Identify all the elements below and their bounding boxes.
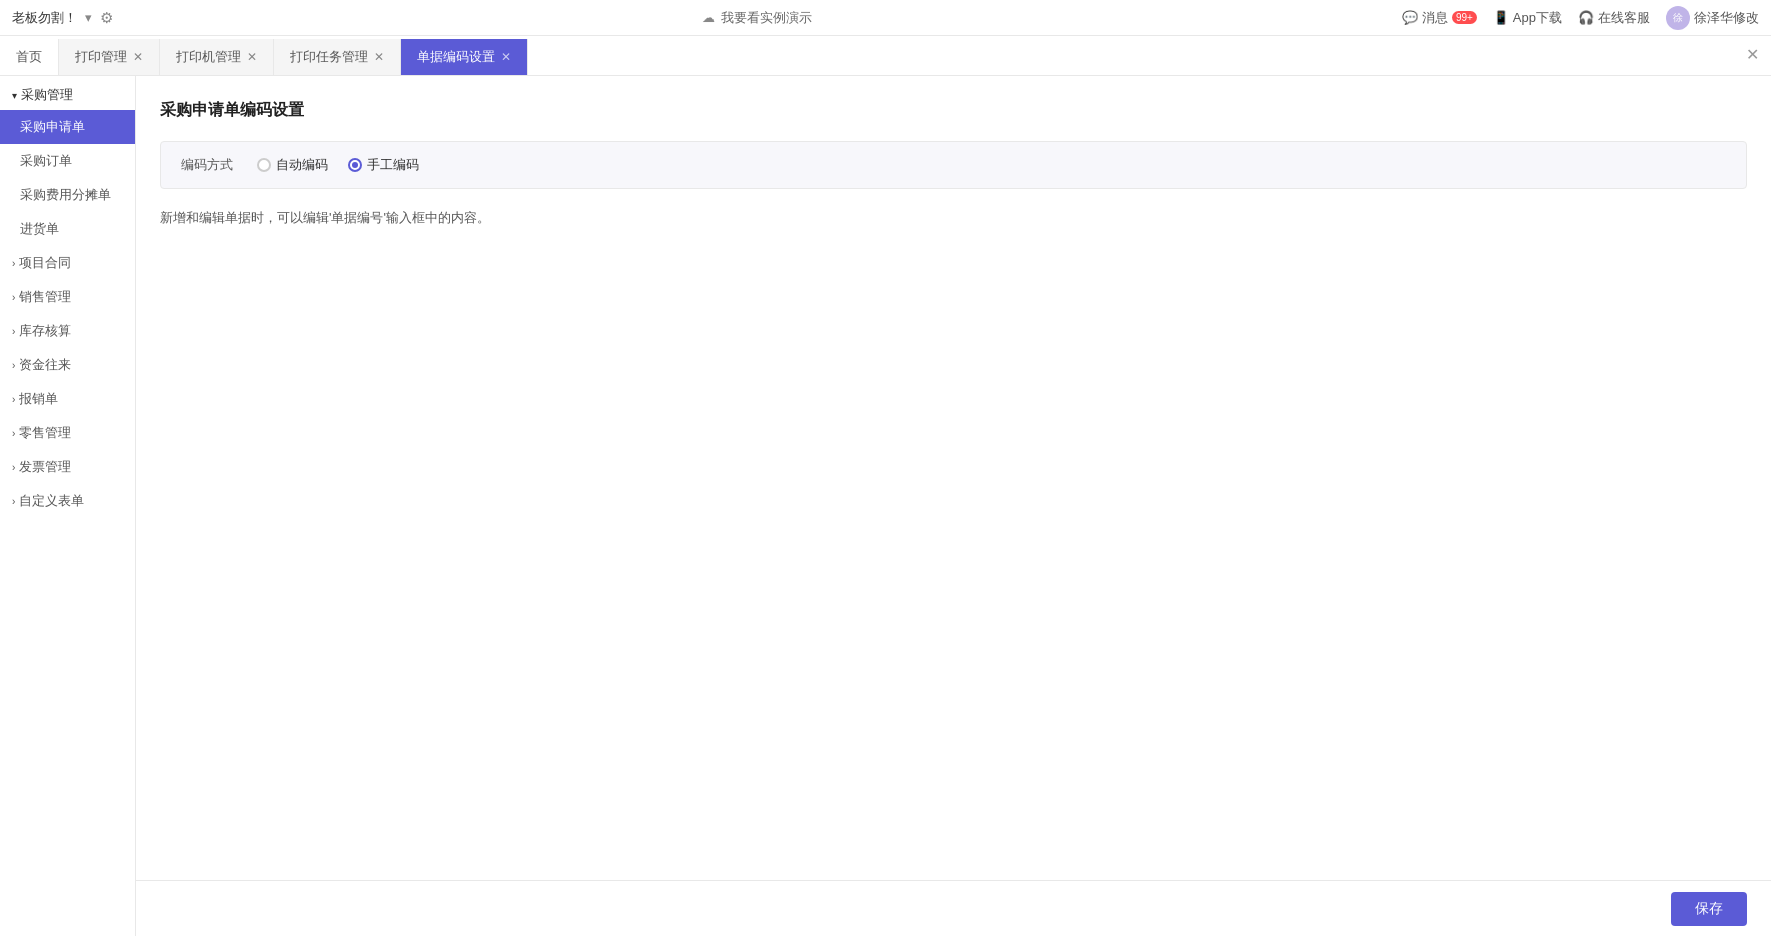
sidebar-item-purchase-expense[interactable]: 采购费用分摊单	[0, 178, 135, 212]
messages-btn[interactable]: 💬 消息 99+	[1402, 9, 1477, 27]
tab-printer-mgmt-label: 打印机管理	[176, 48, 241, 66]
sidebar-group-sales-label: 销售管理	[19, 288, 71, 306]
sidebar-group-inventory-label: 库存核算	[19, 322, 71, 340]
encode-form: 编码方式 自动编码 手工编码	[160, 141, 1747, 189]
arrow-right-icon: ›	[12, 258, 15, 269]
app-title: 老板勿割！	[12, 9, 77, 27]
tab-close-printer-mgmt[interactable]: ✕	[247, 50, 257, 64]
online-service-label: 在线客服	[1598, 9, 1650, 27]
avatar: 徐	[1666, 6, 1690, 30]
sidebar-group-custom-label: 自定义表单	[19, 492, 84, 510]
sidebar-group-purchase-label: 采购管理	[21, 86, 73, 104]
sidebar-group-capital-label: 资金往来	[19, 356, 71, 374]
sidebar-group-custom[interactable]: › 自定义表单	[0, 484, 135, 518]
username-label: 徐泽华修改	[1694, 9, 1759, 27]
tab-print-mgmt[interactable]: 打印管理 ✕	[59, 39, 160, 75]
sidebar-group-project-label: 项目合同	[19, 254, 71, 272]
sidebar-group-purchase: ▾ 采购管理 采购申请单 采购订单 采购费用分摊单 进货单	[0, 76, 135, 246]
dropdown-icon[interactable]: ▾	[85, 10, 92, 25]
arrow-right-icon-capital: ›	[12, 360, 15, 371]
radio-manual-circle	[348, 158, 362, 172]
info-text: 新增和编辑单据时，可以编辑'单据编号'输入框中的内容。	[160, 209, 1747, 227]
tab-print-mgmt-label: 打印管理	[75, 48, 127, 66]
main-content: 采购申请单编码设置 编码方式 自动编码 手工编码	[136, 76, 1771, 936]
sidebar-item-purchase-expense-label: 采购费用分摊单	[20, 187, 111, 202]
tab-doc-code-label: 单据编码设置	[417, 48, 495, 66]
sidebar-group-invoice[interactable]: › 发票管理	[0, 450, 135, 484]
sidebar-item-purchase-request-label: 采购申请单	[20, 119, 85, 134]
sidebar-item-stock-in-label: 进货单	[20, 221, 59, 236]
save-button[interactable]: 保存	[1671, 892, 1747, 926]
radio-manual[interactable]: 手工编码	[348, 156, 419, 174]
sidebar-group-returns[interactable]: › 报销单	[0, 382, 135, 416]
tab-print-task-label: 打印任务管理	[290, 48, 368, 66]
center-text[interactable]: 我要看实例演示	[721, 9, 812, 27]
sidebar-group-invoice-label: 发票管理	[19, 458, 71, 476]
sidebar-item-purchase-order[interactable]: 采购订单	[0, 144, 135, 178]
arrow-right-icon-retail: ›	[12, 428, 15, 439]
messages-badge: 99+	[1452, 11, 1477, 24]
sidebar-group-sales[interactable]: › 销售管理	[0, 280, 135, 314]
sidebar: ▾ 采购管理 采购申请单 采购订单 采购费用分摊单 进货单 › 项目合同 › 销…	[0, 76, 136, 936]
sidebar-group-retail-label: 零售管理	[19, 424, 71, 442]
sidebar-group-capital[interactable]: › 资金往来	[0, 348, 135, 382]
tab-close-print-mgmt[interactable]: ✕	[133, 50, 143, 64]
messages-label: 消息	[1422, 9, 1448, 27]
tab-bar: 首页 打印管理 ✕ 打印机管理 ✕ 打印任务管理 ✕ 单据编码设置 ✕ ✕	[0, 36, 1771, 76]
sidebar-group-project[interactable]: › 项目合同	[0, 246, 135, 280]
sidebar-item-purchase-request[interactable]: 采购申请单	[0, 110, 135, 144]
arrow-right-icon-custom: ›	[12, 496, 15, 507]
layout: ▾ 采购管理 采购申请单 采购订单 采购费用分摊单 进货单 › 项目合同 › 销…	[0, 76, 1771, 936]
sidebar-group-inventory[interactable]: › 库存核算	[0, 314, 135, 348]
user-btn[interactable]: 徐 徐泽华修改	[1666, 6, 1759, 30]
tab-home-label: 首页	[16, 48, 42, 66]
top-bar: 老板勿割！ ▾ ⚙ ☁ 我要看实例演示 💬 消息 99+ 📱 App下载 🎧 在…	[0, 0, 1771, 36]
arrow-right-icon-inventory: ›	[12, 326, 15, 337]
app-download-btn[interactable]: 📱 App下载	[1493, 9, 1562, 27]
sidebar-group-retail[interactable]: › 零售管理	[0, 416, 135, 450]
arrow-down-icon: ▾	[12, 90, 17, 101]
top-bar-right: 💬 消息 99+ 📱 App下载 🎧 在线客服 徐 徐泽华修改	[1402, 6, 1759, 30]
encode-label: 编码方式	[181, 156, 233, 174]
top-bar-left: 老板勿割！ ▾ ⚙	[12, 9, 113, 27]
content-area: 采购申请单编码设置 编码方式 自动编码 手工编码	[136, 76, 1771, 880]
tab-close-print-task[interactable]: ✕	[374, 50, 384, 64]
settings-icon[interactable]: ⚙	[100, 9, 113, 27]
tab-doc-code[interactable]: 单据编码设置 ✕	[401, 39, 528, 75]
radio-auto-label: 自动编码	[276, 156, 328, 174]
page-close-btn[interactable]: ✕	[1746, 35, 1771, 75]
sidebar-item-purchase-order-label: 采购订单	[20, 153, 72, 168]
radio-manual-label: 手工编码	[367, 156, 419, 174]
tab-home[interactable]: 首页	[0, 39, 59, 75]
radio-auto-circle	[257, 158, 271, 172]
headset-icon: 🎧	[1578, 10, 1594, 25]
arrow-right-icon-sales: ›	[12, 292, 15, 303]
sidebar-group-returns-label: 报销单	[19, 390, 58, 408]
radio-auto[interactable]: 自动编码	[257, 156, 328, 174]
sidebar-group-purchase-title[interactable]: ▾ 采购管理	[0, 76, 135, 110]
tab-print-task[interactable]: 打印任务管理 ✕	[274, 39, 401, 75]
page-title: 采购申请单编码设置	[160, 100, 1747, 121]
tab-close-doc-code[interactable]: ✕	[501, 50, 511, 64]
app-download-label: App下载	[1513, 9, 1562, 27]
radio-group: 自动编码 手工编码	[257, 156, 419, 174]
phone-icon: 📱	[1493, 10, 1509, 25]
message-icon: 💬	[1402, 10, 1418, 25]
bottom-bar: 保存	[136, 880, 1771, 936]
arrow-right-icon-returns: ›	[12, 394, 15, 405]
online-service-btn[interactable]: 🎧 在线客服	[1578, 9, 1650, 27]
sidebar-item-stock-in[interactable]: 进货单	[0, 212, 135, 246]
cloud-icon: ☁	[702, 10, 715, 25]
arrow-right-icon-invoice: ›	[12, 462, 15, 473]
top-bar-center: ☁ 我要看实例演示	[702, 9, 812, 27]
tab-printer-mgmt[interactable]: 打印机管理 ✕	[160, 39, 274, 75]
